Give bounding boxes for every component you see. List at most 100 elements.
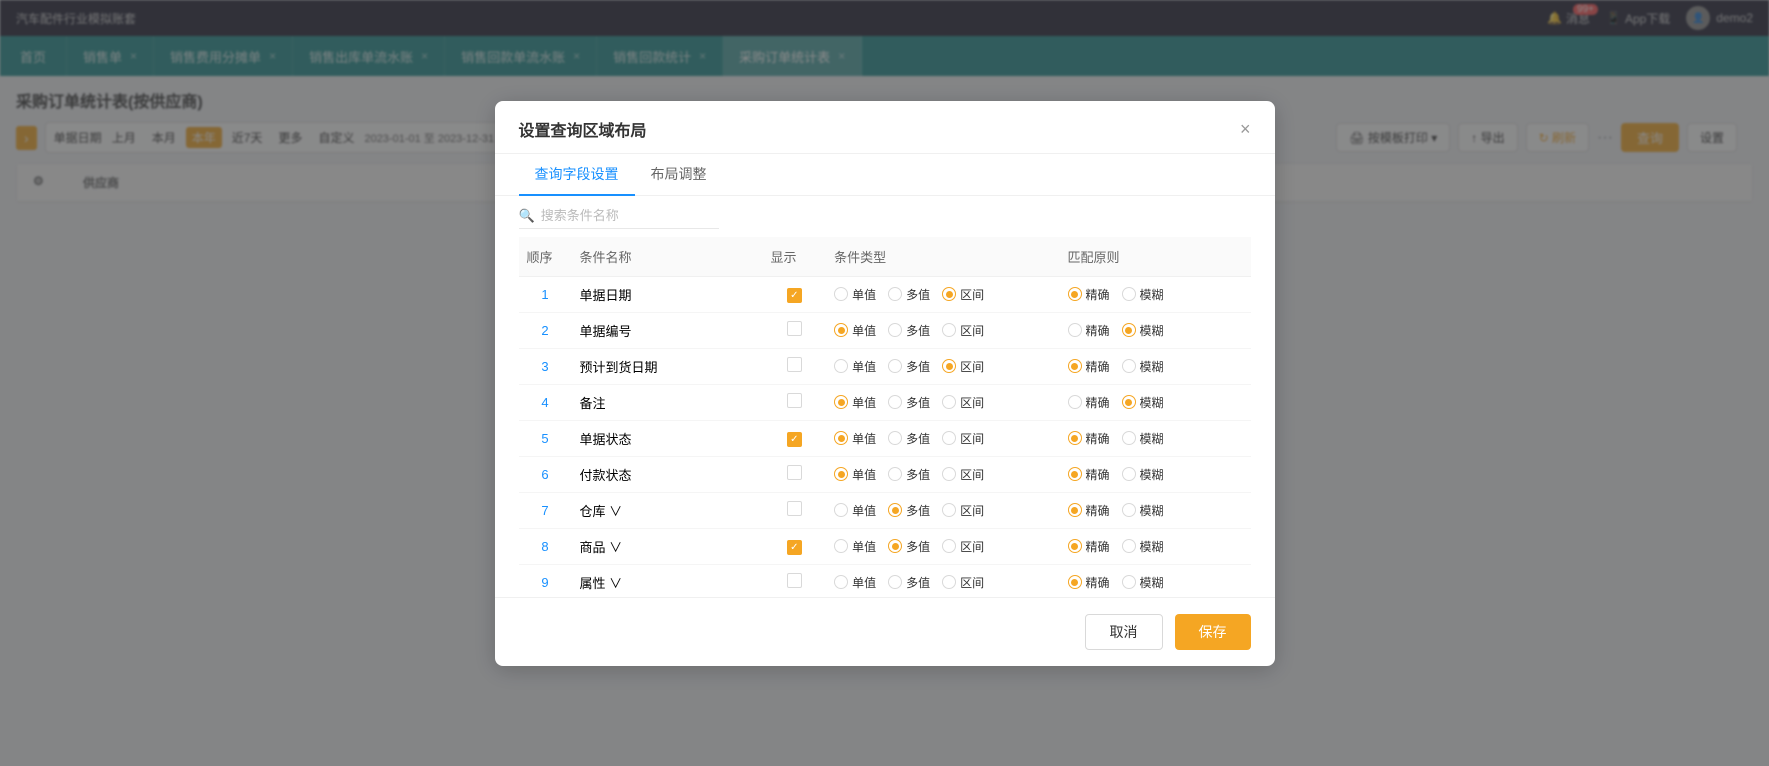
type-radio-item[interactable]: 多值 [888, 502, 930, 519]
radio-circle [942, 395, 956, 409]
th-show: 显示 [762, 237, 826, 277]
type-radio-item[interactable]: 区间 [942, 502, 984, 519]
type-radio-item[interactable]: 多值 [888, 286, 930, 303]
radio-label: 多值 [906, 502, 930, 519]
radio-label: 模糊 [1140, 574, 1164, 591]
type-radio-item[interactable]: 多值 [888, 430, 930, 447]
radio-label: 多值 [906, 394, 930, 411]
table-row: 1单据日期单值多值区间精确模糊 [519, 276, 1251, 312]
radio-circle [834, 323, 848, 337]
cell-name: 商品 ∨ [572, 528, 763, 564]
match-radio-item[interactable]: 模糊 [1122, 394, 1164, 411]
cell-show[interactable] [762, 528, 826, 564]
show-checkbox[interactable] [787, 501, 802, 516]
match-radio-item[interactable]: 精确 [1068, 430, 1110, 447]
cell-order: 3 [519, 348, 572, 384]
type-radio-item[interactable]: 区间 [942, 538, 984, 555]
radio-circle [942, 467, 956, 481]
cell-show[interactable] [762, 420, 826, 456]
match-radio-item[interactable]: 模糊 [1122, 286, 1164, 303]
radio-label: 模糊 [1140, 430, 1164, 447]
show-checkbox[interactable] [787, 393, 802, 408]
type-radio-item[interactable]: 多值 [888, 358, 930, 375]
match-radio-group: 精确模糊 [1068, 286, 1243, 303]
radio-label: 单值 [852, 322, 876, 339]
cell-show[interactable] [762, 492, 826, 528]
type-radio-item[interactable]: 区间 [942, 358, 984, 375]
radio-label: 区间 [960, 466, 984, 483]
type-radio-item[interactable]: 单值 [834, 286, 876, 303]
radio-circle [888, 431, 902, 445]
show-checkbox[interactable] [787, 432, 802, 447]
modal: 设置查询区域布局 × 查询字段设置 布局调整 🔍 [495, 101, 1275, 666]
show-checkbox[interactable] [787, 540, 802, 555]
match-radio-item[interactable]: 精确 [1068, 358, 1110, 375]
radio-label: 多值 [906, 358, 930, 375]
match-radio-item[interactable]: 精确 [1068, 394, 1110, 411]
cell-show[interactable] [762, 384, 826, 420]
save-button[interactable]: 保存 [1175, 614, 1251, 650]
show-checkbox[interactable] [787, 321, 802, 336]
cell-show[interactable] [762, 456, 826, 492]
conditions-table-head: 顺序 条件名称 显示 条件类型 匹配原则 [519, 237, 1251, 277]
type-radio-item[interactable]: 单值 [834, 502, 876, 519]
type-radio-item[interactable]: 单值 [834, 394, 876, 411]
cell-type: 单值 多值区间 [826, 384, 1059, 420]
show-checkbox[interactable] [787, 573, 802, 588]
cell-match: 精确模糊 [1060, 312, 1251, 348]
radio-label: 模糊 [1140, 502, 1164, 519]
type-radio-item[interactable]: 多值 [888, 394, 930, 411]
type-radio-item[interactable]: 单值 [834, 574, 876, 591]
type-radio-item[interactable]: 单值 [834, 322, 876, 339]
cancel-button[interactable]: 取消 [1085, 614, 1163, 650]
match-radio-item[interactable]: 模糊 [1122, 430, 1164, 447]
type-radio-item[interactable]: 多值 [888, 574, 930, 591]
match-radio-item[interactable]: 精确 [1068, 574, 1110, 591]
match-radio-item[interactable]: 精确 [1068, 538, 1110, 555]
cell-name: 仓库 ∨ [572, 492, 763, 528]
match-radio-item[interactable]: 模糊 [1122, 466, 1164, 483]
radio-label: 单值 [852, 538, 876, 555]
cell-show[interactable] [762, 564, 826, 597]
type-radio-item[interactable]: 区间 [942, 286, 984, 303]
type-radio-item[interactable]: 单值 [834, 538, 876, 555]
match-radio-item[interactable]: 模糊 [1122, 538, 1164, 555]
match-radio-item[interactable]: 模糊 [1122, 322, 1164, 339]
modal-tab-query-fields[interactable]: 查询字段设置 [519, 154, 635, 196]
show-checkbox[interactable] [787, 357, 802, 372]
radio-circle [1068, 323, 1082, 337]
type-radio-item[interactable]: 区间 [942, 466, 984, 483]
show-checkbox[interactable] [787, 288, 802, 303]
modal-tab-layout[interactable]: 布局调整 [635, 154, 723, 196]
search-input[interactable] [541, 208, 719, 223]
conditions-table-scroll[interactable]: 顺序 条件名称 显示 条件类型 匹配原则 1单据日期单值多值区间精确模糊2单据编… [519, 237, 1251, 597]
match-radio-item[interactable]: 精确 [1068, 466, 1110, 483]
type-radio-item[interactable]: 多值 [888, 466, 930, 483]
type-radio-item[interactable]: 单值 [834, 430, 876, 447]
type-radio-item[interactable]: 区间 [942, 574, 984, 591]
radio-label: 单值 [852, 358, 876, 375]
type-radio-item[interactable]: 区间 [942, 322, 984, 339]
radio-circle [1122, 539, 1136, 553]
match-radio-item[interactable]: 模糊 [1122, 502, 1164, 519]
type-radio-item[interactable]: 多值 [888, 322, 930, 339]
modal-close-button[interactable]: × [1240, 120, 1251, 138]
match-radio-item[interactable]: 模糊 [1122, 358, 1164, 375]
match-radio-item[interactable]: 精确 [1068, 502, 1110, 519]
type-radio-item[interactable]: 单值 [834, 358, 876, 375]
cell-type: 单值多值区间 [826, 420, 1059, 456]
cell-show[interactable] [762, 312, 826, 348]
match-radio-item[interactable]: 模糊 [1122, 574, 1164, 591]
type-radio-item[interactable]: 单值 [834, 466, 876, 483]
cell-show[interactable] [762, 276, 826, 312]
type-radio-item[interactable]: 区间 [942, 394, 984, 411]
cell-order: 7 [519, 492, 572, 528]
cell-show[interactable] [762, 348, 826, 384]
radio-circle [834, 395, 848, 409]
type-radio-item[interactable]: 区间 [942, 430, 984, 447]
type-radio-item[interactable]: 多值 [888, 538, 930, 555]
radio-circle [942, 431, 956, 445]
show-checkbox[interactable] [787, 465, 802, 480]
match-radio-item[interactable]: 精确 [1068, 322, 1110, 339]
match-radio-item[interactable]: 精确 [1068, 286, 1110, 303]
